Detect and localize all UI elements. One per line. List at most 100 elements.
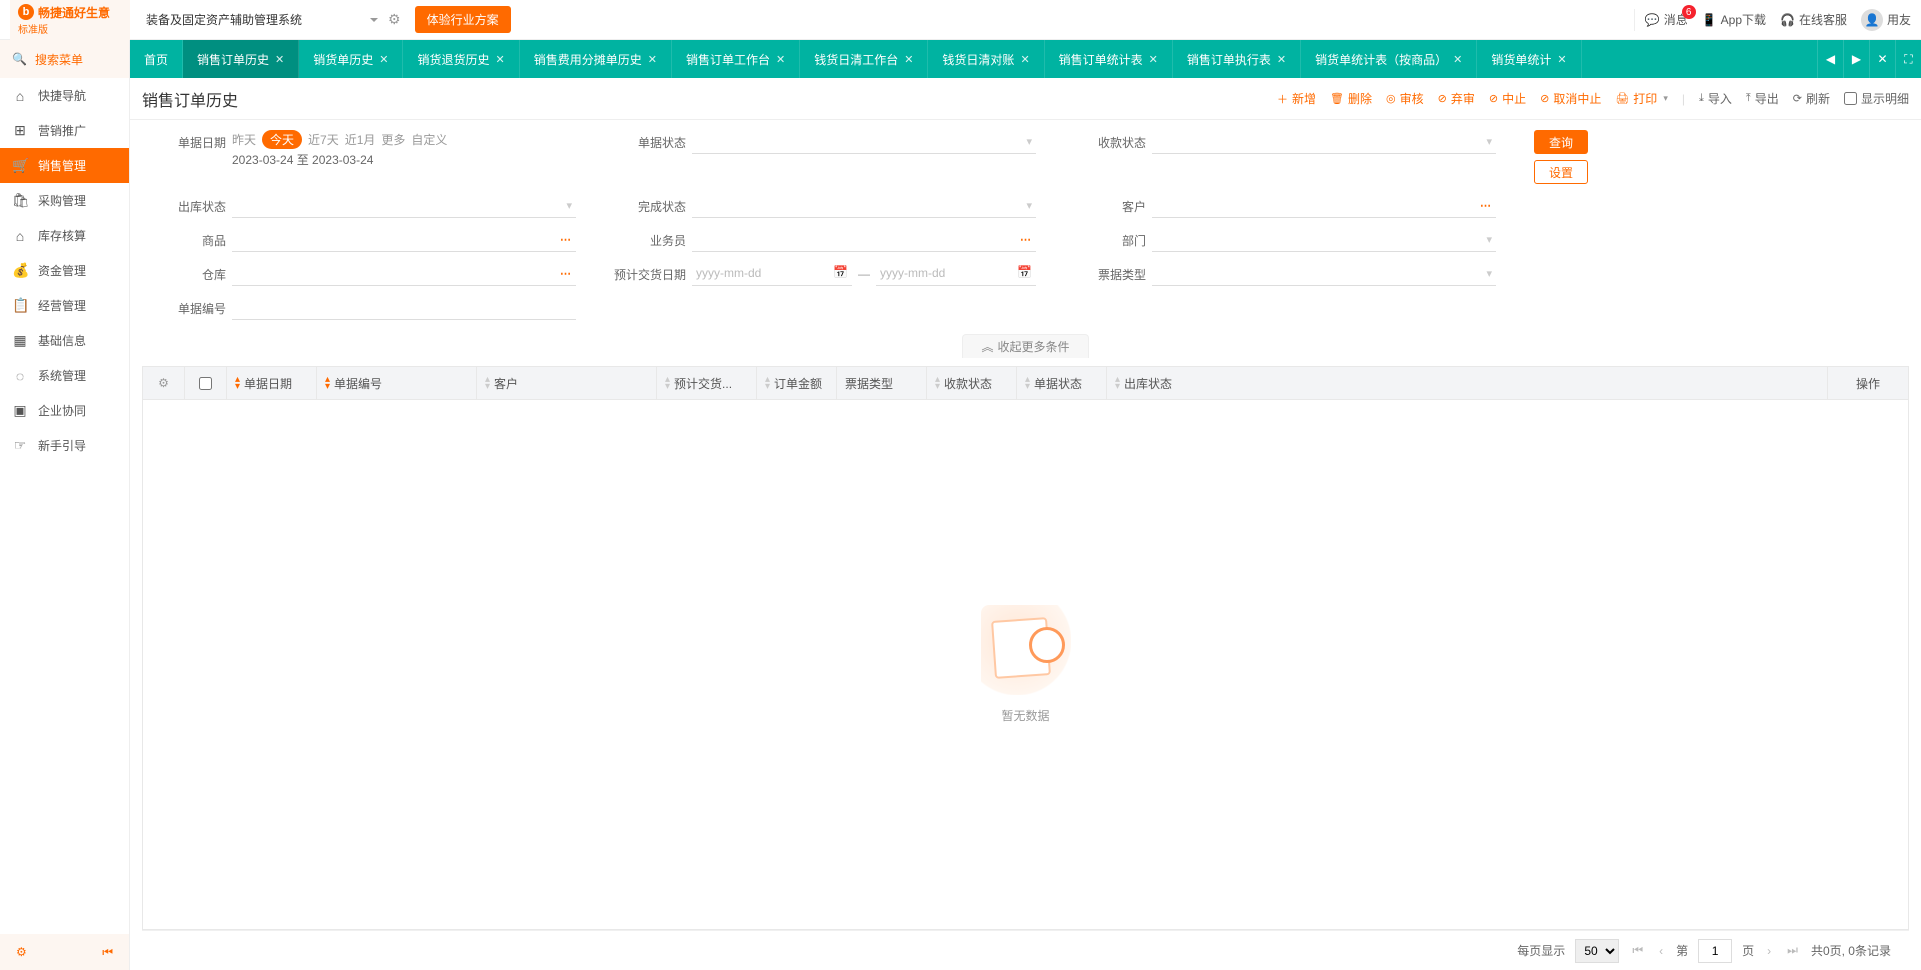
- pager-page-input[interactable]: [1698, 939, 1732, 963]
- th-doc-no[interactable]: ▴▾单据编号: [317, 367, 477, 399]
- input-product[interactable]: ⋯: [232, 228, 576, 252]
- date-quick-today[interactable]: 今天: [262, 130, 302, 149]
- tab-close-icon[interactable]: ✕: [1277, 53, 1286, 66]
- tab-close-all-icon[interactable]: ✕: [1869, 40, 1895, 78]
- pager-last-icon[interactable]: ⏭: [1784, 943, 1801, 958]
- messages-button[interactable]: 💬 消息 6: [1645, 11, 1688, 28]
- date-quick-more[interactable]: 更多: [381, 131, 405, 148]
- more-icon[interactable]: ⋯: [1020, 233, 1032, 246]
- sidebar-item[interactable]: ⌂快捷导航: [0, 78, 129, 113]
- input-est-date-to[interactable]: 📅: [876, 262, 1036, 286]
- more-icon[interactable]: ⋯: [560, 233, 572, 246]
- chevron-down-icon[interactable]: ▾: [1026, 135, 1032, 148]
- date-quick-custom[interactable]: 自定义: [411, 131, 447, 148]
- th-doc-date[interactable]: ▴▾单据日期: [227, 367, 317, 399]
- action-print[interactable]: 🖨打印▾: [1615, 90, 1668, 107]
- pager-next-icon[interactable]: ›: [1764, 944, 1774, 958]
- settings-icon[interactable]: ⚙: [16, 945, 27, 959]
- input-inv-type[interactable]: ▾: [1152, 262, 1496, 286]
- tab[interactable]: 销售订单历史✕: [183, 40, 299, 78]
- th-doc-status[interactable]: ▴▾单据状态: [1017, 367, 1107, 399]
- user-menu[interactable]: 👤 用友: [1861, 9, 1911, 31]
- tab-close-icon[interactable]: ✕: [648, 53, 657, 66]
- show-detail-checkbox[interactable]: 显示明细: [1844, 90, 1909, 107]
- action-import[interactable]: ⤓导入: [1699, 90, 1732, 107]
- tab[interactable]: 销货单统计表（按商品）✕: [1301, 40, 1477, 78]
- tab-close-icon[interactable]: ✕: [1020, 53, 1029, 66]
- date-quick-1m[interactable]: 近1月: [345, 131, 376, 148]
- tab[interactable]: 销货单统计✕: [1477, 40, 1581, 78]
- th-pay-status[interactable]: ▴▾收款状态: [927, 367, 1017, 399]
- tab[interactable]: 钱货日清对账✕: [928, 40, 1044, 78]
- tab-close-icon[interactable]: ✕: [379, 53, 388, 66]
- input-est-date-from[interactable]: 📅: [692, 262, 852, 286]
- collapse-filters-button[interactable]: ︽收起更多条件: [962, 334, 1088, 358]
- calendar-icon[interactable]: 📅: [833, 265, 848, 279]
- th-customer[interactable]: ▴▾客户: [477, 367, 657, 399]
- sidebar-item[interactable]: ▦基础信息: [0, 323, 129, 358]
- action-unstop[interactable]: ⊘取消中止: [1540, 90, 1601, 107]
- sidebar-item[interactable]: 📋经营管理: [0, 288, 129, 323]
- tab[interactable]: 销售订单执行表✕: [1173, 40, 1301, 78]
- sidebar-item[interactable]: ▣企业协同: [0, 393, 129, 428]
- sidebar-item[interactable]: 💰资金管理: [0, 253, 129, 288]
- chevron-down-icon[interactable]: ▾: [1486, 233, 1492, 246]
- action-add[interactable]: ＋新增: [1277, 90, 1316, 107]
- online-service-button[interactable]: 🎧 在线客服: [1780, 11, 1847, 28]
- search-button[interactable]: 查询: [1534, 130, 1588, 154]
- tab[interactable]: 钱货日清工作台✕: [800, 40, 928, 78]
- action-refresh[interactable]: ⟳刷新: [1793, 90, 1830, 107]
- chevron-down-icon[interactable]: ▾: [1026, 199, 1032, 212]
- tab-close-icon[interactable]: ✕: [776, 53, 785, 66]
- show-detail-input[interactable]: [1844, 92, 1857, 105]
- tab[interactable]: 销货退货历史✕: [403, 40, 519, 78]
- action-export[interactable]: ⤒导出: [1746, 90, 1779, 107]
- tab[interactable]: 销售费用分摊单历史✕: [520, 40, 672, 78]
- tab[interactable]: 销货单历史✕: [299, 40, 403, 78]
- input-pay-status[interactable]: ▾: [1152, 130, 1496, 154]
- date-quick-7d[interactable]: 近7天: [308, 131, 339, 148]
- tab-close-icon[interactable]: ✕: [1453, 53, 1462, 66]
- action-delete[interactable]: 🗑删除: [1330, 90, 1372, 107]
- sidebar-item[interactable]: ◌系统管理: [0, 358, 129, 393]
- input-doc-no[interactable]: [232, 296, 576, 320]
- pager-prev-icon[interactable]: ‹: [1656, 944, 1666, 958]
- input-customer[interactable]: ⋯: [1152, 194, 1496, 218]
- sidebar-item[interactable]: ⊞营销推广: [0, 113, 129, 148]
- action-audit[interactable]: ◎审核: [1386, 90, 1424, 107]
- select-all-checkbox[interactable]: [199, 377, 212, 390]
- chevron-down-icon[interactable]: ▾: [1486, 135, 1492, 148]
- action-stop[interactable]: ⊘中止: [1489, 90, 1526, 107]
- more-icon[interactable]: ⋯: [560, 267, 572, 280]
- chevron-down-icon[interactable]: ▾: [566, 199, 572, 212]
- input-warehouse[interactable]: ⋯: [232, 262, 576, 286]
- sidebar-item[interactable]: 🛍采购管理: [0, 183, 129, 218]
- th-settings[interactable]: ⚙: [143, 367, 185, 399]
- collapse-sidebar-icon[interactable]: ⏮: [102, 945, 113, 960]
- tab-scroll-left-icon[interactable]: ◀: [1817, 40, 1843, 78]
- th-checkbox[interactable]: [185, 367, 227, 399]
- app-download-button[interactable]: 📱 App下载: [1702, 11, 1766, 28]
- th-est[interactable]: ▴▾预计交货...: [657, 367, 757, 399]
- input-done-status[interactable]: ▾: [692, 194, 1036, 218]
- th-out-status[interactable]: ▴▾出库状态: [1107, 367, 1828, 399]
- tab-close-icon[interactable]: ✕: [904, 53, 913, 66]
- th-inv-type[interactable]: 票据类型: [837, 367, 927, 399]
- input-doc-status[interactable]: ▾: [692, 130, 1036, 154]
- calendar-icon[interactable]: 📅: [1017, 265, 1032, 279]
- tab-close-icon[interactable]: ✕: [1149, 53, 1158, 66]
- settings-button[interactable]: 设置: [1534, 160, 1588, 184]
- tab-scroll-right-icon[interactable]: ▶: [1843, 40, 1869, 78]
- tab[interactable]: 销售订单工作台✕: [672, 40, 800, 78]
- sidebar-item[interactable]: 🛒销售管理: [0, 148, 129, 183]
- experience-button[interactable]: 体验行业方案: [415, 6, 511, 33]
- tab-close-icon[interactable]: ✕: [1557, 53, 1566, 66]
- action-discard[interactable]: ⊘弃审: [1438, 90, 1475, 107]
- input-dept[interactable]: ▾: [1152, 228, 1496, 252]
- sidebar-item[interactable]: ☞新手引导: [0, 428, 129, 463]
- pager-first-icon[interactable]: ⏮: [1629, 943, 1646, 958]
- chevron-down-icon[interactable]: ▾: [1486, 267, 1492, 280]
- tab-home[interactable]: 首页: [130, 40, 183, 78]
- input-out-status[interactable]: ▾: [232, 194, 576, 218]
- date-quick-yesterday[interactable]: 昨天: [232, 131, 256, 148]
